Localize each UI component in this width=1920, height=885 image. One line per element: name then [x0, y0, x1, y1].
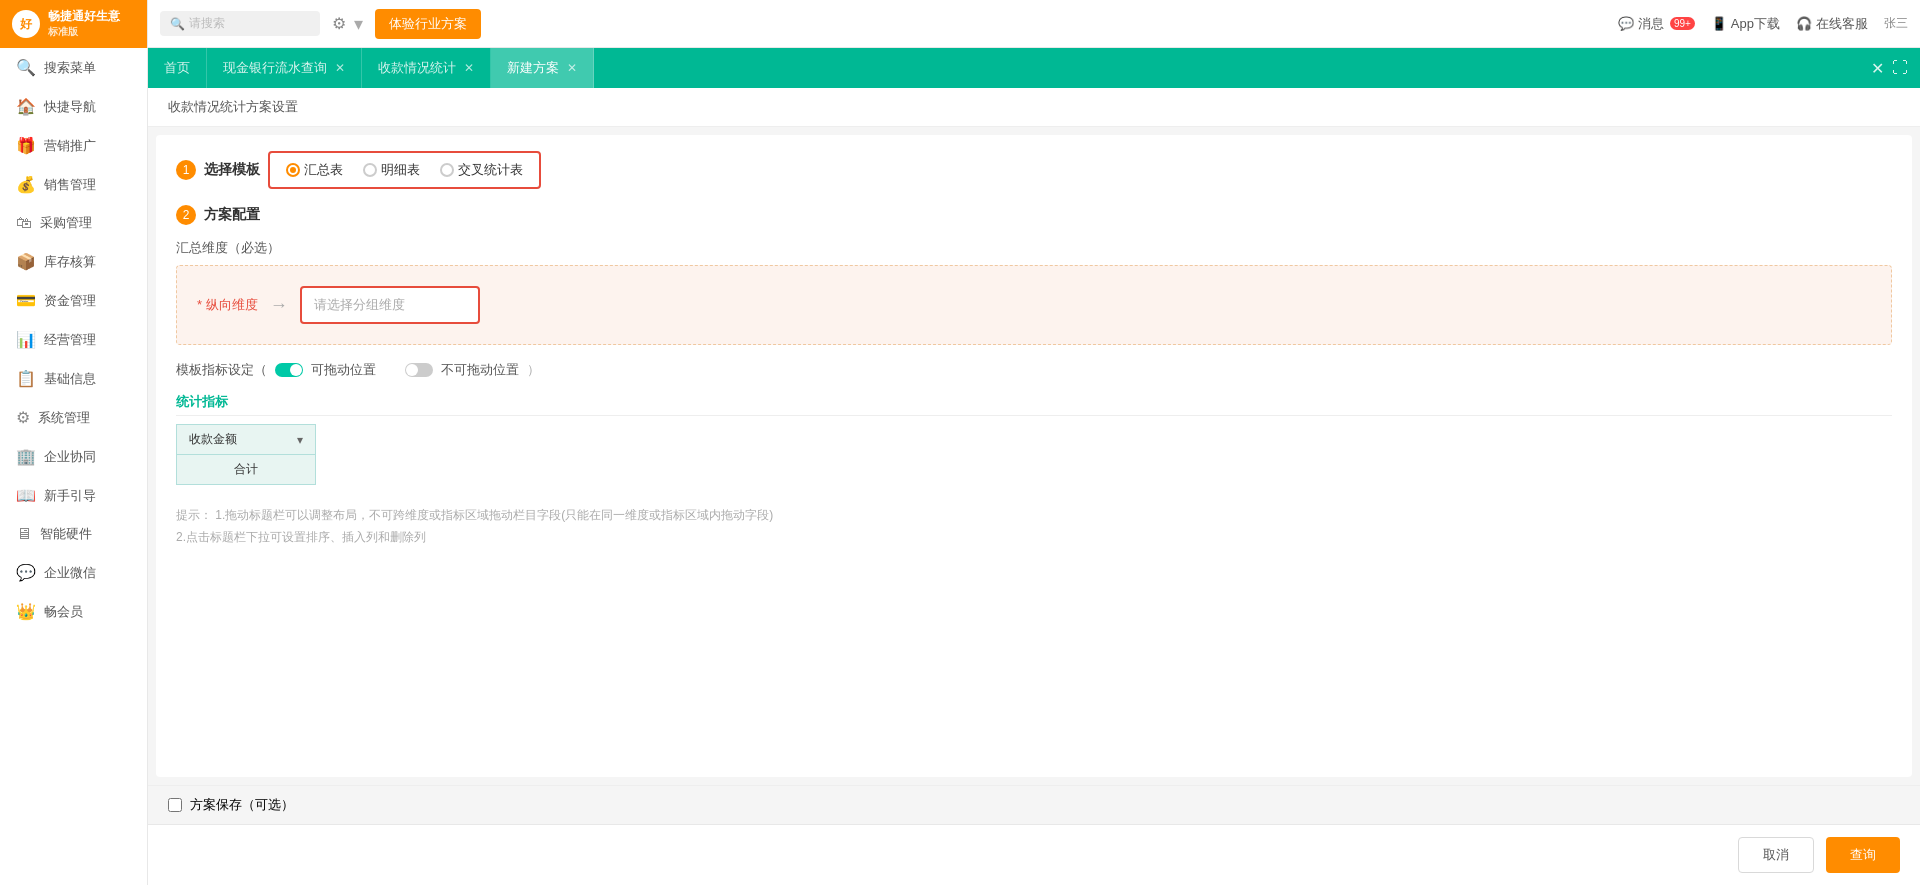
sidebar-item-inventory[interactable]: 📦 库存核算 [0, 242, 147, 281]
sidebar-item-marketing[interactable]: 🎁 营销推广 [0, 126, 147, 165]
metrics-section-label: 统计指标 [176, 389, 1892, 416]
tab-receipt-stat-close[interactable]: ✕ [464, 61, 474, 75]
sidebar-item-basic-info[interactable]: 📋 基础信息 [0, 359, 147, 398]
finance-icon: 💳 [16, 291, 36, 310]
tab-new-plan-close[interactable]: ✕ [567, 61, 577, 75]
metrics-cell-amount[interactable]: 收款金额 ▾ [176, 424, 316, 455]
radio-summary-indicator [286, 163, 300, 177]
search-bar[interactable]: 🔍 请搜索 [160, 11, 320, 36]
tabbar: 首页 现金银行流水查询 ✕ 收款情况统计 ✕ 新建方案 ✕ ✕ ⛶ [148, 48, 1920, 88]
member-icon: 👑 [16, 602, 36, 621]
metrics-cell-total: 合计 [176, 455, 316, 485]
quick-nav-icon: 🏠 [16, 97, 36, 116]
topbar-right: 💬 消息 99+ 📱 App下载 🎧 在线客服 张三 [1618, 15, 1908, 33]
user-avatar[interactable]: 张三 [1884, 15, 1908, 32]
dropdown-arrow-icon[interactable]: ▾ [354, 13, 363, 35]
sidebar-item-system[interactable]: ⚙ 系统管理 [0, 398, 147, 437]
main-area: 🔍 请搜索 ⚙ ▾ 体验行业方案 💬 消息 99+ 📱 App下载 🎧 在线客服… [148, 0, 1920, 885]
sidebar-item-finance[interactable]: 💳 资金管理 [0, 281, 147, 320]
dropdown-icon: ▾ [297, 433, 303, 447]
tab-home[interactable]: 首页 [148, 48, 207, 88]
hardware-icon: 🖥 [16, 525, 32, 543]
sales-icon: 💰 [16, 175, 36, 194]
metrics-area: 模板指标设定（ 可拖动位置 不可拖动位置 ） 统计指标 收款金额 ▾ [176, 361, 1892, 485]
message-icon: 💬 [1618, 16, 1634, 31]
radio-cross[interactable]: 交叉统计表 [440, 161, 523, 179]
tab-new-plan[interactable]: 新建方案 ✕ [491, 48, 594, 88]
tab-cashflow[interactable]: 现金银行流水查询 ✕ [207, 48, 362, 88]
non-draggable-toggle[interactable] [405, 363, 433, 377]
system-icon: ⚙ [16, 408, 30, 427]
content-body: 1 选择模板 汇总表 明细表 交叉统计表 [156, 135, 1912, 777]
online-service-btn[interactable]: 🎧 在线客服 [1796, 15, 1868, 33]
section2-header: 2 方案配置 [176, 205, 1892, 225]
content-area: 收款情况统计方案设置 1 选择模板 汇总表 明细表 [148, 88, 1920, 885]
search-menu-icon: 🔍 [16, 58, 36, 77]
window-close-icon[interactable]: ✕ [1871, 59, 1884, 78]
wechat-icon: 💬 [16, 563, 36, 582]
enterprise-icon: 🏢 [16, 447, 36, 466]
settings-icon[interactable]: ⚙ [332, 14, 346, 33]
guide-icon: 📖 [16, 486, 36, 505]
marketing-icon: 🎁 [16, 136, 36, 155]
sidebar-item-wechat[interactable]: 💬 企业微信 [0, 553, 147, 592]
bottom-action-bar: 取消 查询 [148, 824, 1920, 885]
topbar: 🔍 请搜索 ⚙ ▾ 体验行业方案 💬 消息 99+ 📱 App下载 🎧 在线客服… [148, 0, 1920, 48]
radio-detail[interactable]: 明细表 [363, 161, 420, 179]
metrics-header: 模板指标设定（ 可拖动位置 不可拖动位置 ） [176, 361, 1892, 379]
dimension-selector[interactable]: 请选择分组维度 [300, 286, 480, 324]
dimension-row: * 纵向维度 → 请选择分组维度 [197, 286, 1871, 324]
metrics-table: 收款金额 ▾ 合计 [176, 424, 1892, 485]
logo-icon: 好 [12, 10, 40, 38]
tab-cashflow-close[interactable]: ✕ [335, 61, 345, 75]
purchase-icon: 🛍 [16, 214, 32, 232]
app-icon: 📱 [1711, 16, 1727, 31]
tab-receipt-stat[interactable]: 收款情况统计 ✕ [362, 48, 491, 88]
query-button[interactable]: 查询 [1826, 837, 1900, 873]
vertical-dimension-label: * 纵向维度 [197, 296, 258, 314]
sidebar-item-guide[interactable]: 📖 新手引导 [0, 476, 147, 515]
radio-detail-indicator [363, 163, 377, 177]
operation-icon: 📊 [16, 330, 36, 349]
sidebar: 好 畅捷通好生意 标准版 🔍 搜索菜单 🏠 快捷导航 🎁 营销推广 💰 销售管理… [0, 0, 148, 885]
sidebar-item-search-menu[interactable]: 🔍 搜索菜单 [0, 48, 147, 87]
service-icon: 🎧 [1796, 16, 1812, 31]
content-header: 收款情况统计方案设置 [148, 88, 1920, 127]
tips-area: 提示： 1.拖动标题栏可以调整布局，不可跨维度或指标区域拖动栏目字段(只能在同一… [176, 505, 1892, 548]
subsection-label: 汇总维度（必选） [176, 239, 1892, 257]
industry-btn[interactable]: 体验行业方案 [375, 9, 481, 39]
cancel-button[interactable]: 取消 [1738, 837, 1814, 873]
app-download-btn[interactable]: 📱 App下载 [1711, 15, 1780, 33]
tabbar-spacer [594, 48, 1859, 88]
dimension-area: * 纵向维度 → 请选择分组维度 [176, 265, 1892, 345]
sidebar-item-quick-nav[interactable]: 🏠 快捷导航 [0, 87, 147, 126]
sidebar-item-purchase[interactable]: 🛍 采购管理 [0, 204, 147, 242]
search-icon: 🔍 [170, 17, 185, 31]
radio-summary[interactable]: 汇总表 [286, 161, 343, 179]
sidebar-item-operation[interactable]: 📊 经营管理 [0, 320, 147, 359]
footer-save: 方案保存（可选） [148, 785, 1920, 824]
message-btn[interactable]: 💬 消息 99+ [1618, 15, 1695, 33]
dimension-arrow-icon: → [270, 295, 288, 316]
save-checkbox[interactable] [168, 798, 182, 812]
sidebar-item-member[interactable]: 👑 畅会员 [0, 592, 147, 631]
section2: 2 方案配置 汇总维度（必选） * 纵向维度 → 请选择分组维度 [176, 205, 1892, 548]
template-radio-group: 汇总表 明细表 交叉统计表 [268, 151, 541, 189]
sidebar-item-hardware[interactable]: 🖥 智能硬件 [0, 515, 147, 553]
draggable-toggle[interactable] [275, 363, 303, 377]
section1-header: 1 选择模板 汇总表 明细表 交叉统计表 [176, 151, 1892, 189]
logo-text: 畅捷通好生意 标准版 [48, 9, 120, 39]
logo: 好 畅捷通好生意 标准版 [0, 0, 147, 48]
tabbar-controls: ✕ ⛶ [1859, 48, 1920, 88]
sidebar-item-enterprise[interactable]: 🏢 企业协同 [0, 437, 147, 476]
radio-cross-indicator [440, 163, 454, 177]
window-expand-icon[interactable]: ⛶ [1892, 59, 1908, 77]
inventory-icon: 📦 [16, 252, 36, 271]
sidebar-item-sales[interactable]: 💰 销售管理 [0, 165, 147, 204]
basic-info-icon: 📋 [16, 369, 36, 388]
